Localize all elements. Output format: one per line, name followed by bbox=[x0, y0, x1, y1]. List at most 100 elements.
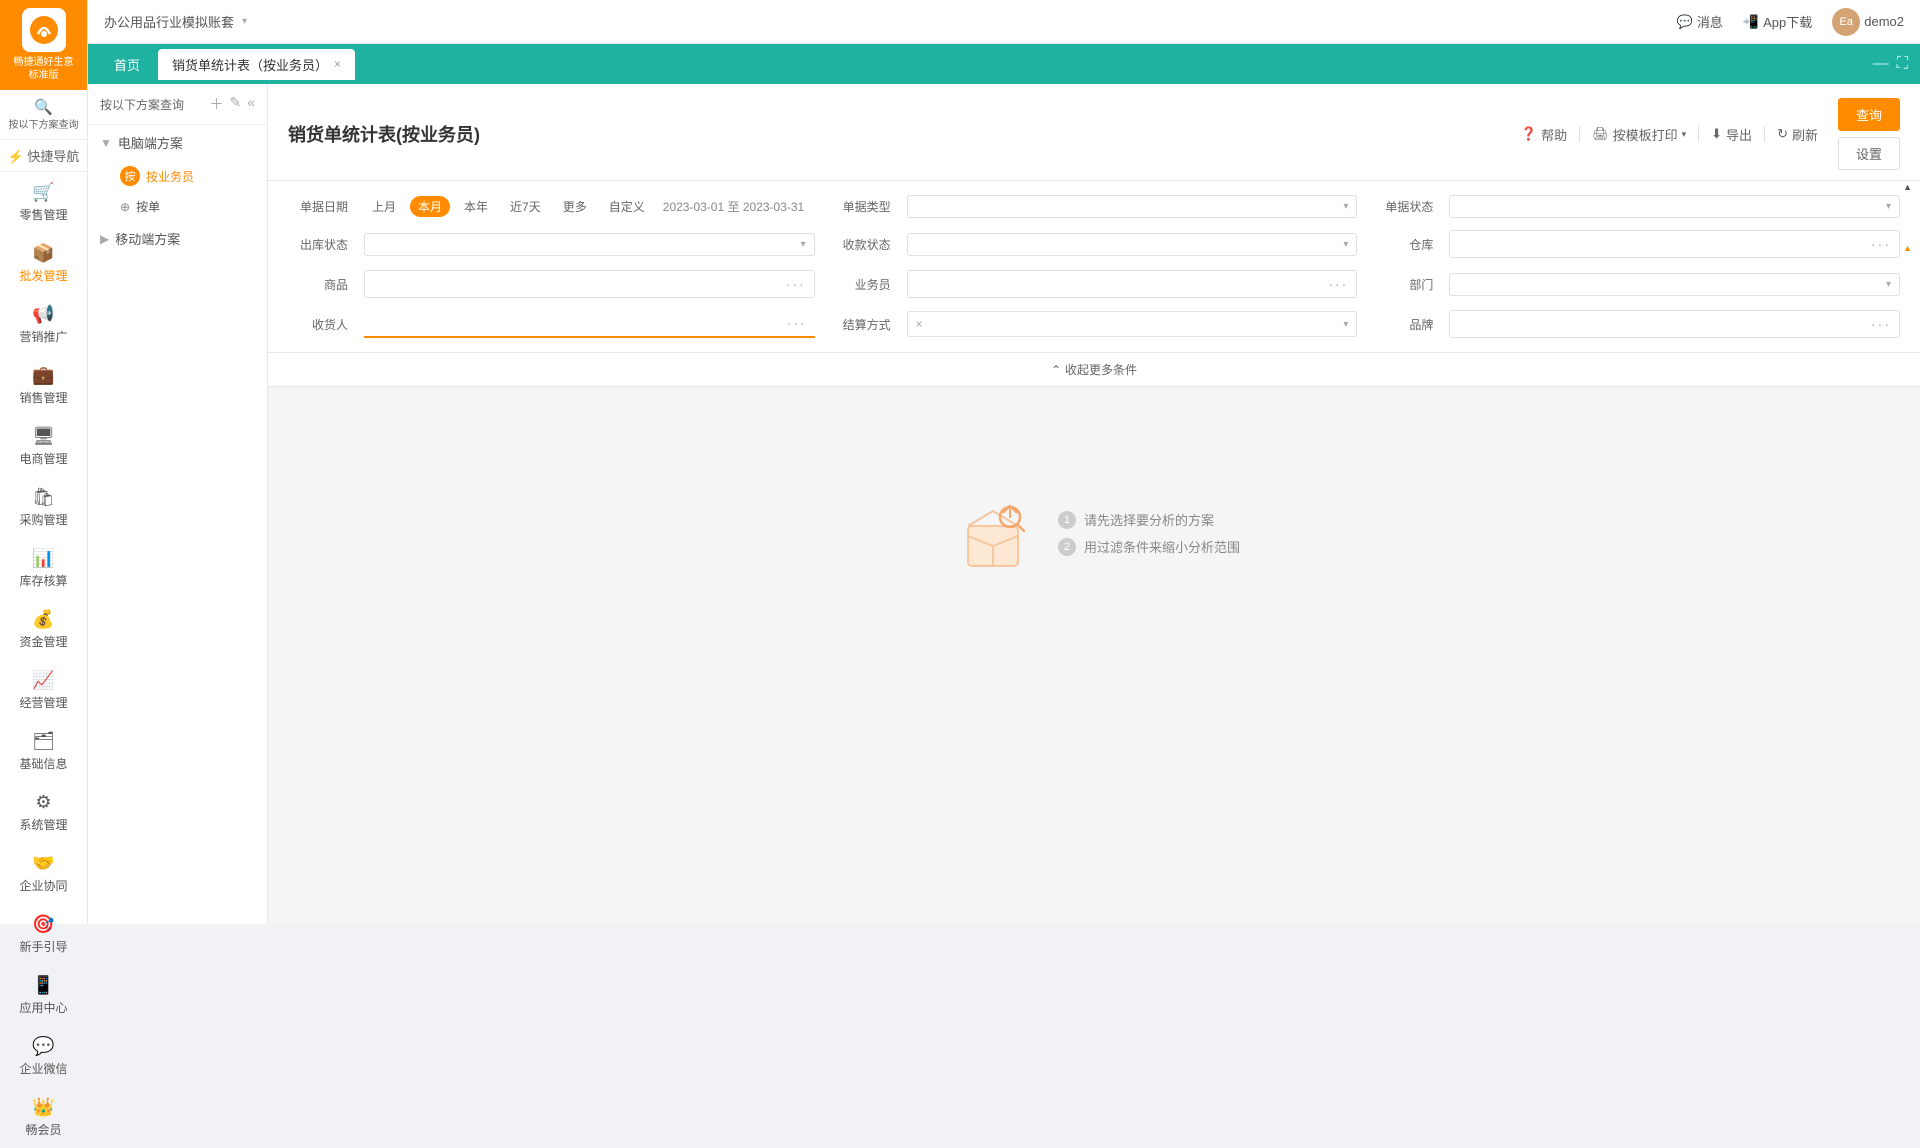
export-label: 导出 bbox=[1726, 125, 1752, 144]
wholesale-icon: 📦 bbox=[32, 243, 54, 264]
sidebar-item-finance[interactable]: 💰 资金管理 bbox=[0, 599, 87, 660]
tree-item-by-salesperson[interactable]: 按 按业务员 bbox=[108, 160, 267, 192]
collapse-button[interactable]: ⌃ 收起更多条件 bbox=[1051, 361, 1137, 378]
export-btn[interactable]: ⬇ 导出 bbox=[1711, 125, 1752, 144]
message-btn[interactable]: 💬 消息 bbox=[1677, 12, 1723, 31]
sidebar-item-newbie[interactable]: 🎯 新手引导 bbox=[0, 904, 87, 965]
goods-dots-icon: ··· bbox=[786, 276, 806, 292]
sidebar-item-retail[interactable]: 🛒 零售管理 ▲ bbox=[0, 172, 87, 233]
refresh-btn[interactable]: ↻ 刷新 bbox=[1777, 125, 1818, 144]
tab-close-icon[interactable]: × bbox=[334, 57, 341, 71]
tab-home[interactable]: 首页 bbox=[100, 49, 154, 80]
settlement-clear-icon[interactable]: × bbox=[916, 317, 923, 331]
date-filter-control: 上月 本月 本年 近7天 更多 自定义 2023-03-01 至 2023-03… bbox=[364, 196, 815, 217]
page-title: 销货单统计表(按业务员) bbox=[288, 121, 480, 147]
date-btn-last-month[interactable]: 上月 bbox=[364, 196, 404, 217]
brand-input[interactable]: ··· bbox=[1449, 310, 1900, 338]
doc-status-select[interactable]: ▾ bbox=[1449, 195, 1900, 218]
print-template-btn[interactable]: 🖨 按模板打印 ▾ bbox=[1592, 125, 1686, 144]
system-icon: ⚙ bbox=[35, 792, 51, 813]
basic-info-icon: 🗂 bbox=[32, 731, 55, 752]
sidebar-item-operations[interactable]: 📈 经营管理 bbox=[0, 660, 87, 721]
tree-desktop-plan[interactable]: ▼ 电脑端方案 bbox=[88, 125, 267, 160]
salesperson-control: ··· bbox=[907, 270, 1358, 298]
payment-label: 收款状态 bbox=[831, 236, 891, 253]
dept-label: 部门 bbox=[1373, 276, 1433, 293]
sidebar-finance-label: 资金管理 bbox=[19, 633, 67, 650]
help-btn[interactable]: ❓ 帮助 bbox=[1521, 125, 1567, 144]
tab-minimize-icon[interactable]: — bbox=[1873, 55, 1889, 73]
warehouse-dots-icon: ··· bbox=[1871, 236, 1891, 252]
goods-input[interactable]: ··· bbox=[364, 270, 815, 298]
sidebar-wechat-label: 企业微信 bbox=[19, 1060, 67, 1077]
warehouse-input[interactable]: ··· bbox=[1449, 230, 1900, 258]
salesperson-plan-badge: 按 bbox=[120, 166, 140, 186]
add-plan-icon[interactable]: ＋ bbox=[209, 94, 223, 114]
home-tab-label: 首页 bbox=[114, 55, 140, 74]
dept-select[interactable]: ▾ bbox=[1449, 273, 1900, 296]
filter-row-2: 出库状态 ▾ 收款状态 ▾ 仓库 bbox=[288, 230, 1900, 258]
collapse-bar: ⌃ 收起更多条件 bbox=[268, 353, 1920, 387]
sidebar-item-marketing[interactable]: 📢 营销推广 bbox=[0, 294, 87, 355]
sidebar-quick-nav[interactable]: ⚡ 快捷导航 bbox=[0, 140, 87, 172]
settings-button[interactable]: 设置 bbox=[1838, 137, 1900, 170]
payment-select[interactable]: ▾ bbox=[907, 233, 1358, 256]
tab-sales-stats[interactable]: 销货单统计表（按业务员） × bbox=[158, 49, 355, 80]
account-dropdown-icon[interactable]: ▾ bbox=[242, 16, 247, 27]
goods-control: ··· bbox=[364, 270, 815, 298]
date-label: 单据日期 bbox=[288, 198, 348, 215]
sidebar-search-item[interactable]: 🔍 按以下方案查询 bbox=[0, 90, 87, 140]
sidebar-item-ecommerce[interactable]: 🖥 电商管理 bbox=[0, 416, 87, 477]
sidebar-item-membership[interactable]: 👑 畅会员 bbox=[0, 1087, 87, 1148]
tab-fullscreen-icon[interactable]: ⛶ bbox=[1897, 55, 1908, 73]
sidebar-app-center-label: 应用中心 bbox=[19, 999, 67, 1016]
empty-state-icon bbox=[948, 491, 1038, 584]
left-panel-actions: ＋ ✎ « bbox=[209, 94, 255, 114]
consignee-control: ··· bbox=[364, 310, 815, 338]
date-btn-custom[interactable]: 自定义 bbox=[601, 196, 653, 217]
date-btn-this-year[interactable]: 本年 bbox=[456, 196, 496, 217]
sidebar-item-basic-info[interactable]: 🗂 基础信息 bbox=[0, 721, 87, 782]
print-dropdown-icon: ▾ bbox=[1682, 129, 1687, 140]
export-icon: ⬇ bbox=[1711, 126, 1722, 142]
enterprise-icon: 🤝 bbox=[32, 853, 54, 874]
sidebar-item-sales[interactable]: 💼 销售管理 bbox=[0, 355, 87, 416]
user-profile[interactable]: Ea demo2 bbox=[1832, 8, 1904, 36]
app-download-btn[interactable]: 📲 App下载 bbox=[1743, 12, 1812, 31]
tree-mobile-plan[interactable]: ▶ 移动端方案 bbox=[88, 221, 267, 256]
tree-item-by-doc[interactable]: ⊕ 按单 bbox=[108, 192, 267, 221]
sidebar-item-enterprise[interactable]: 🤝 企业协同 bbox=[0, 843, 87, 904]
sidebar-item-app-center[interactable]: 📱 应用中心 bbox=[0, 965, 87, 1026]
settlement-select[interactable]: × ▾ bbox=[907, 311, 1358, 337]
doc-type-arrow-icon: ▾ bbox=[1343, 201, 1348, 212]
help-label: 帮助 bbox=[1541, 125, 1567, 144]
sidebar-item-wholesale[interactable]: 📦 批发管理 ▲ bbox=[0, 233, 87, 294]
sales-icon: 💼 bbox=[32, 365, 54, 386]
main-action-buttons: 查询 设置 bbox=[1838, 98, 1900, 170]
date-btn-7days[interactable]: 近7天 bbox=[502, 196, 549, 217]
settlement-arrow-icon: ▾ bbox=[1343, 319, 1348, 330]
action-divider-1 bbox=[1579, 126, 1580, 142]
sidebar: 畅捷通好生意标准版 🔍 按以下方案查询 ⚡ 快捷导航 🛒 零售管理 ▲ 📦 批发… bbox=[0, 0, 88, 924]
doc-type-select[interactable]: ▾ bbox=[907, 195, 1358, 218]
consignee-input[interactable]: ··· bbox=[364, 310, 815, 338]
date-range-value: 2023-03-01 至 2023-03-31 bbox=[663, 198, 804, 215]
delivery-select[interactable]: ▾ bbox=[364, 233, 815, 256]
sidebar-item-purchase[interactable]: 🛍 采购管理 bbox=[0, 477, 87, 538]
message-label: 消息 bbox=[1697, 12, 1723, 31]
edit-plan-icon[interactable]: ✎ bbox=[229, 94, 241, 114]
help-icon: ❓ bbox=[1521, 126, 1537, 142]
collapse-panel-icon[interactable]: « bbox=[247, 94, 255, 114]
query-button[interactable]: 查询 bbox=[1838, 98, 1900, 131]
sidebar-item-system[interactable]: ⚙ 系统管理 bbox=[0, 782, 87, 843]
salesperson-input[interactable]: ··· bbox=[907, 270, 1358, 298]
sidebar-inventory-label: 库存核算 bbox=[19, 572, 67, 589]
doc-type-control: ▾ bbox=[907, 195, 1358, 218]
app-center-icon: 📱 bbox=[32, 975, 54, 996]
sidebar-item-wechat[interactable]: 💬 企业微信 bbox=[0, 1026, 87, 1087]
date-btn-this-month[interactable]: 本月 bbox=[410, 196, 450, 217]
desktop-plan-label: 电脑端方案 bbox=[118, 133, 183, 152]
date-btn-more[interactable]: 更多 bbox=[555, 196, 595, 217]
sidebar-item-inventory[interactable]: 📊 库存核算 bbox=[0, 538, 87, 599]
retail-icon: 🛒 bbox=[32, 182, 54, 203]
